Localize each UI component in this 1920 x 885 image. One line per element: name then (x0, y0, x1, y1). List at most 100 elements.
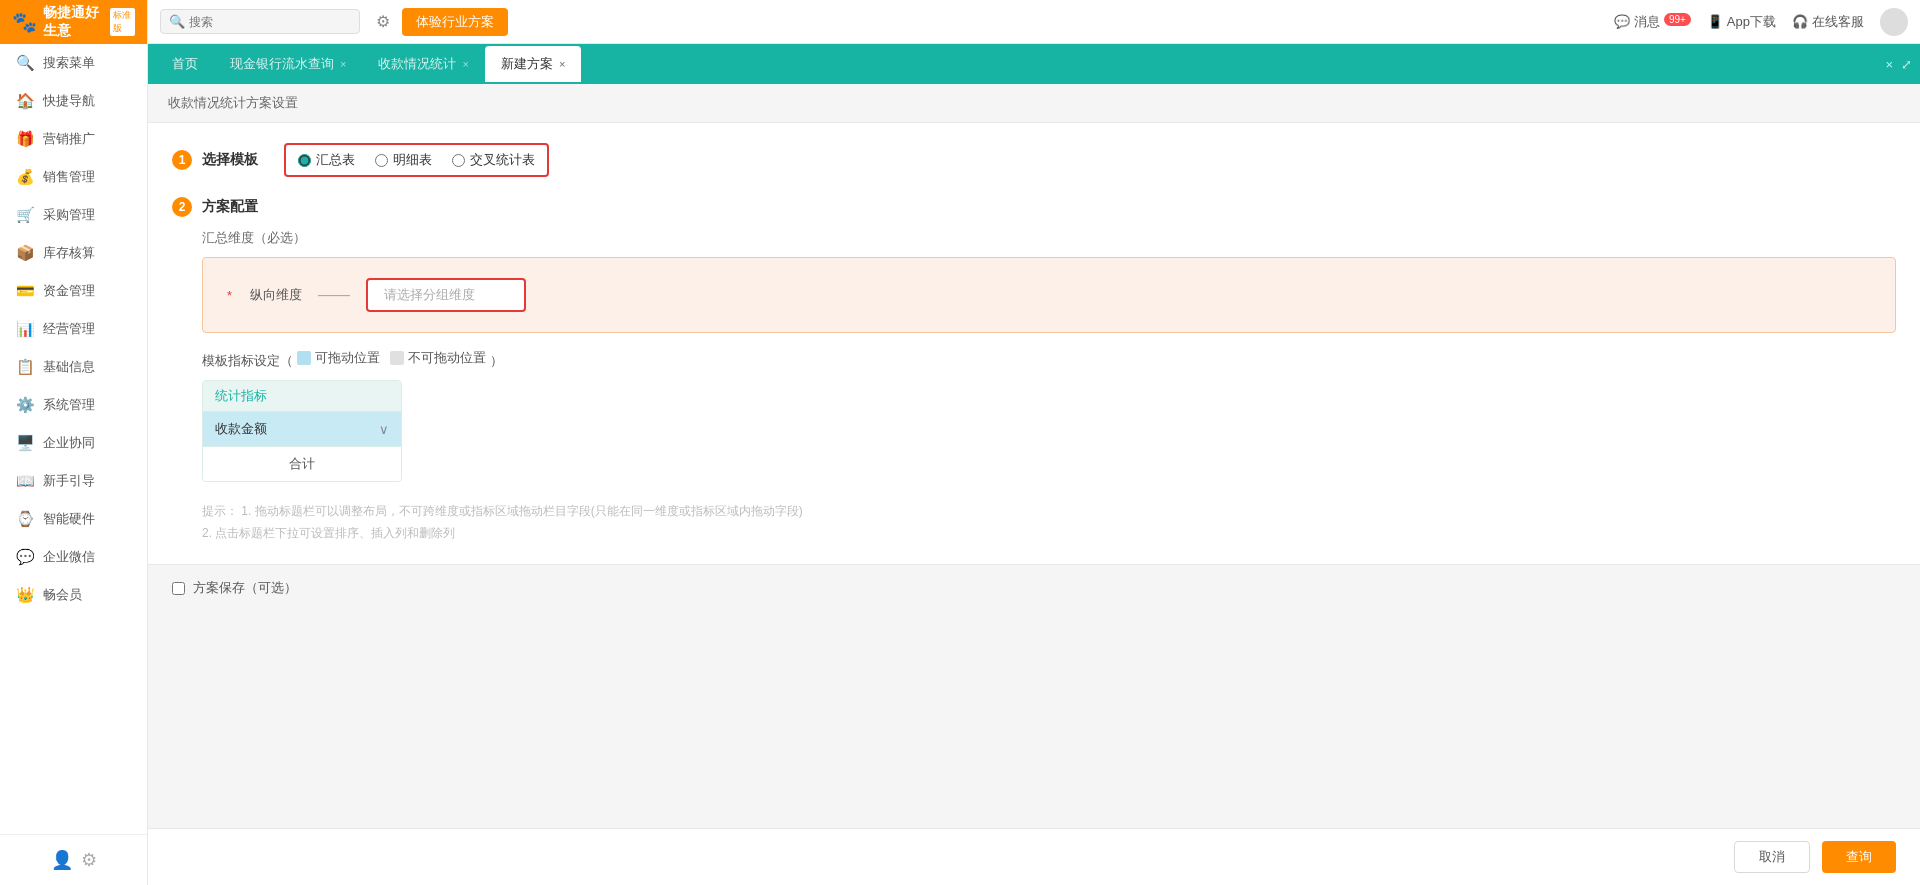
tab-bank-flow[interactable]: 现金银行流水查询 × (214, 46, 362, 82)
sidebar-item-smart-hw[interactable]: ⌚ 智能硬件 (0, 500, 147, 538)
sidebar-item-member[interactable]: 👑 畅会员 (0, 576, 147, 614)
radio-summary-input[interactable] (298, 154, 311, 167)
step1-block: 1 选择模板 汇总表 明细表 交叉统计表 (172, 143, 1896, 177)
sidebar-item-search-menu[interactable]: 🔍 搜索菜单 (0, 44, 147, 82)
book-icon: 📖 (16, 472, 35, 490)
page-title: 收款情况统计方案设置 (148, 84, 1920, 123)
sidebar-item-inventory[interactable]: 📦 库存核算 (0, 234, 147, 272)
step2-number: 2 (172, 197, 192, 217)
sidebar-label-wechat: 企业微信 (43, 548, 95, 566)
search-input[interactable] (189, 15, 339, 29)
sidebar-bottom-icons[interactable]: 👤 ⚙ (0, 843, 147, 877)
industry-btn[interactable]: 体验行业方案 (402, 8, 508, 36)
search-icon: 🔍 (16, 54, 35, 72)
sidebar-item-marketing[interactable]: 🎁 营销推广 (0, 120, 147, 158)
window-close-icon[interactable]: × (1885, 57, 1893, 72)
tips-area: 提示： 1. 拖动标题栏可以调整布局，不可跨维度或指标区域拖动栏目字段(只能在同… (202, 501, 1896, 544)
tab-collection-stat-close[interactable]: × (462, 58, 468, 70)
vertical-dim-label: 纵向维度 (250, 286, 302, 304)
radio-summary[interactable]: 汇总表 (298, 151, 355, 169)
monitor-icon: 🖥️ (16, 434, 35, 452)
radio-detail[interactable]: 明细表 (375, 151, 432, 169)
indicator-table-footer: 合计 (203, 447, 401, 481)
sidebar-label-operations: 经营管理 (43, 320, 95, 338)
indicator-settings: 模板指标设定（ 可拖动位置 不可拖动位置 ） 统 (202, 349, 1896, 485)
query-button[interactable]: 查询 (1822, 841, 1896, 873)
clipboard-icon: 📋 (16, 358, 35, 376)
sidebar-item-newbie[interactable]: 📖 新手引导 (0, 462, 147, 500)
message-label: 消息 (1634, 13, 1660, 31)
indicator-table: 统计指标 收款金额 ∨ 合计 (202, 380, 402, 482)
tab-collection-stat[interactable]: 收款情况统计 × (362, 46, 484, 82)
indicator-header: 模板指标设定（ 可拖动位置 不可拖动位置 ） (202, 349, 1896, 370)
sidebar-item-quick-nav[interactable]: 🏠 快捷导航 (0, 82, 147, 120)
app-label: App下载 (1727, 13, 1776, 31)
radio-detail-label: 明细表 (393, 151, 432, 169)
sidebar-bottom: 👤 ⚙ (0, 834, 147, 885)
sidebar-item-wechat[interactable]: 💬 企业微信 (0, 538, 147, 576)
sidebar-item-sales[interactable]: 💰 销售管理 (0, 158, 147, 196)
sidebar-item-basic-info[interactable]: 📋 基础信息 (0, 348, 147, 386)
logo-icon: 🐾 (12, 10, 37, 34)
person-icon: 👤 (51, 849, 73, 871)
step2-label: 方案配置 (202, 198, 258, 216)
radio-cross-input[interactable] (452, 154, 465, 167)
sidebar-label-quick-nav: 快捷导航 (43, 92, 95, 110)
app-download-btn[interactable]: 📱 App下载 (1707, 13, 1776, 31)
sidebar-item-system[interactable]: ⚙️ 系统管理 (0, 386, 147, 424)
app-icon: 📱 (1707, 14, 1723, 29)
footer-bar: 取消 查询 (148, 828, 1920, 885)
tab-bank-flow-label: 现金银行流水查询 (230, 55, 334, 73)
sidebar-item-purchase[interactable]: 🛒 采购管理 (0, 196, 147, 234)
save-plan-checkbox[interactable] (172, 582, 185, 595)
headset-icon: 🎧 (1792, 14, 1808, 29)
cancel-button[interactable]: 取消 (1734, 841, 1810, 873)
gift-icon: 🎁 (16, 130, 35, 148)
indicator-table-cell[interactable]: 收款金额 ∨ (203, 412, 401, 447)
message-icon: 💬 (1614, 14, 1630, 29)
tabs-bar: 首页 现金银行流水查询 × 收款情况统计 × 新建方案 × × ⤢ (148, 44, 1920, 84)
logo-badge: 标准版 (110, 8, 135, 36)
required-mark: * (227, 288, 232, 303)
tab-bank-flow-close[interactable]: × (340, 58, 346, 70)
sidebar-label-system: 系统管理 (43, 396, 95, 414)
radio-detail-input[interactable] (375, 154, 388, 167)
user-avatar[interactable] (1880, 8, 1908, 36)
sidebar-item-operations[interactable]: 📊 经营管理 (0, 310, 147, 348)
step2-block: 2 方案配置 (172, 197, 1896, 217)
logo-text: 畅捷通好生意 (43, 4, 104, 40)
sidebar-label-member: 畅会员 (43, 586, 82, 604)
sidebar-item-enterprise[interactable]: 🖥️ 企业协同 (0, 424, 147, 462)
cell-dropdown-icon[interactable]: ∨ (379, 422, 389, 437)
watch-icon: ⌚ (16, 510, 35, 528)
gear-settings-icon[interactable]: ⚙ (376, 12, 390, 31)
sidebar-label-marketing: 营销推广 (43, 130, 95, 148)
indicator-title: 模板指标设定（ 可拖动位置 不可拖动位置 ） (202, 349, 503, 370)
chat-icon: 💬 (16, 548, 35, 566)
tab-new-plan[interactable]: 新建方案 × (485, 46, 581, 82)
service-btn[interactable]: 🎧 在线客服 (1792, 13, 1864, 31)
sidebar-item-capital[interactable]: 💳 资金管理 (0, 272, 147, 310)
dimension-row: * 纵向维度 —— 请选择分组维度 (227, 278, 1871, 312)
sidebar-logo: 🐾 畅捷通好生意 标准版 (0, 0, 147, 44)
sidebar-label-smart-hw: 智能硬件 (43, 510, 95, 528)
message-btn[interactable]: 💬 消息 99+ (1614, 13, 1691, 31)
dimension-title: 汇总维度（必选） (202, 229, 1896, 247)
settings-icon: ⚙ (81, 849, 97, 871)
radio-cross[interactable]: 交叉统计表 (452, 151, 535, 169)
step1-number: 1 (172, 150, 192, 170)
save-plan-label[interactable]: 方案保存（可选） (193, 579, 297, 597)
indicator-table-header: 统计指标 (203, 381, 401, 412)
step1-label: 选择模板 (202, 151, 258, 169)
topbar: 🔍 ⚙ 体验行业方案 💬 消息 99+ 📱 App下载 🎧 在线客服 (148, 0, 1920, 44)
tabs-right-controls: × ⤢ (1885, 57, 1912, 72)
topbar-search[interactable]: 🔍 (160, 9, 360, 34)
tab-home[interactable]: 首页 (156, 49, 214, 79)
tab-new-plan-close[interactable]: × (559, 58, 565, 70)
dim-select[interactable]: 请选择分组维度 (366, 278, 526, 312)
content-area: 收款情况统计方案设置 1 选择模板 汇总表 明细表 (148, 84, 1920, 828)
home-icon: 🏠 (16, 92, 35, 110)
tip1: 提示： 1. 拖动标题栏可以调整布局，不可跨维度或指标区域拖动栏目字段(只能在同… (202, 501, 1896, 523)
topbar-search-icon: 🔍 (169, 14, 185, 29)
window-maximize-icon[interactable]: ⤢ (1901, 57, 1912, 72)
